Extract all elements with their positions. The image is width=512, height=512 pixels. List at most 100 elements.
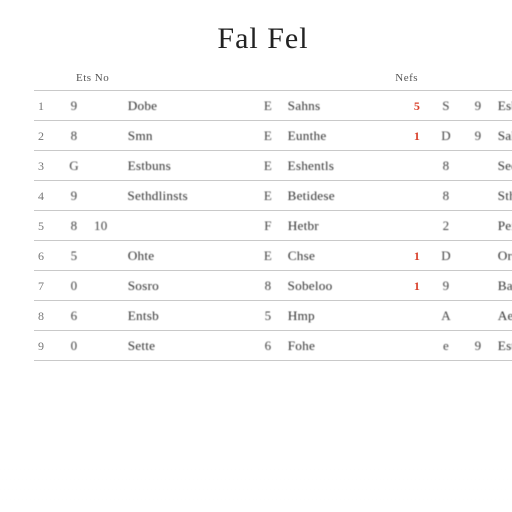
cell-c: E <box>252 151 284 181</box>
table-row: 90Sette6Fohee9Este <box>34 331 512 361</box>
cell-name-3: Sahn <box>494 121 512 151</box>
cell-flag <box>404 151 430 181</box>
cell-flag <box>404 331 430 361</box>
row-index: 8 <box>34 301 58 331</box>
table-row: 70 Sosro8Sobeloo19 Baels <box>34 271 512 301</box>
cell-name-3: Peiby <box>494 211 512 241</box>
cell-flag <box>404 301 430 331</box>
cell-c: 5 <box>252 301 284 331</box>
cell-name-3: Aerb <box>494 301 512 331</box>
cell-c: F <box>252 211 284 241</box>
cell-b <box>90 241 124 271</box>
cell-d: 2 <box>430 211 462 241</box>
cell-d: D <box>430 121 462 151</box>
cell-flag <box>404 181 430 211</box>
cell-c: E <box>252 121 284 151</box>
table-row: 49SethdlinstsEBetidese8Sthens <box>34 181 512 211</box>
cell-name-2: Betidese <box>284 181 404 211</box>
cell-name-2: Eshentls <box>284 151 404 181</box>
cell-a: 5 <box>58 241 90 271</box>
cell-name-1: Smn <box>124 121 252 151</box>
cell-name-1: Sethdlinsts <box>124 181 252 211</box>
row-index: 9 <box>34 331 58 361</box>
cell-name-2: Hmp <box>284 301 404 331</box>
cell-e <box>462 181 494 211</box>
cell-b <box>90 91 124 121</box>
cell-c: E <box>252 241 284 271</box>
cell-name-1: Sosro <box>124 271 252 301</box>
cell-name-1: Entsb <box>124 301 252 331</box>
table-row: 86 Entsb5Hmp A Aerb <box>34 301 512 331</box>
cell-a: 8 <box>58 121 90 151</box>
cell-a: 8 <box>58 211 90 241</box>
cell-c: E <box>252 91 284 121</box>
cell-name-1: Dobe <box>124 91 252 121</box>
row-index: 7 <box>34 271 58 301</box>
cell-name-2: Hetbr <box>284 211 404 241</box>
cell-d: 8 <box>430 151 462 181</box>
cell-flag <box>404 211 430 241</box>
cell-d: S <box>430 91 462 121</box>
row-index: 5 <box>34 211 58 241</box>
cell-b <box>90 271 124 301</box>
cell-name-1: Estbuns <box>124 151 252 181</box>
cell-a: G <box>58 151 90 181</box>
cell-d: D <box>430 241 462 271</box>
row-index: 1 <box>34 91 58 121</box>
row-index: 4 <box>34 181 58 211</box>
cell-e <box>462 271 494 301</box>
cell-d: 8 <box>430 181 462 211</box>
cell-e <box>462 301 494 331</box>
table-row: 65 OhteEChse1D Oree <box>34 241 512 271</box>
cell-name-2: Sobeloo <box>284 271 404 301</box>
table-row: 3GEstbunsEEshentls8Sedests <box>34 151 512 181</box>
cell-b: 10 <box>90 211 124 241</box>
cell-e <box>462 151 494 181</box>
cell-name-3: Oree <box>494 241 512 271</box>
cell-a: 0 <box>58 331 90 361</box>
cell-d: A <box>430 301 462 331</box>
cell-a: 9 <box>58 181 90 211</box>
cell-b <box>90 181 124 211</box>
cell-flag: 1 <box>404 121 430 151</box>
cell-name-2: Fohe <box>284 331 404 361</box>
row-index: 6 <box>34 241 58 271</box>
cell-e: 9 <box>462 331 494 361</box>
cell-name-1 <box>124 211 252 241</box>
cell-flag: 5 <box>404 91 430 121</box>
header-1: Ets No <box>76 72 250 84</box>
page-title: Fal Fel <box>34 22 492 56</box>
table-row: 5810 FHetbr 2 Peiby <box>34 211 512 241</box>
cell-b <box>90 151 124 181</box>
cell-b <box>90 301 124 331</box>
cell-b <box>90 331 124 361</box>
cell-e <box>462 211 494 241</box>
cell-e: 9 <box>462 91 494 121</box>
column-headers: Ets No Nefs <box>76 72 492 84</box>
cell-name-2: Chse <box>284 241 404 271</box>
cell-flag: 1 <box>404 241 430 271</box>
cell-a: 0 <box>58 271 90 301</box>
cell-name-2: Sahns <box>284 91 404 121</box>
cell-name-1: Ohte <box>124 241 252 271</box>
cell-d: e <box>430 331 462 361</box>
cell-name-3: Sedests <box>494 151 512 181</box>
cell-name-3: Baels <box>494 271 512 301</box>
data-table: 19DobeESahns5S9Esble28SmnEEunthe1D9Sahn3… <box>34 90 512 361</box>
table-row: 19DobeESahns5S9Esble <box>34 91 512 121</box>
cell-a: 6 <box>58 301 90 331</box>
cell-c: 6 <box>252 331 284 361</box>
cell-flag: 1 <box>404 271 430 301</box>
cell-name-3: Este <box>494 331 512 361</box>
cell-b <box>90 121 124 151</box>
cell-c: 8 <box>252 271 284 301</box>
cell-d: 9 <box>430 271 462 301</box>
cell-name-3: Esble <box>494 91 512 121</box>
cell-e: 9 <box>462 121 494 151</box>
cell-name-2: Eunthe <box>284 121 404 151</box>
cell-a: 9 <box>58 91 90 121</box>
document-page: Fal Fel Ets No Nefs 19DobeESahns5S9Esble… <box>0 0 512 512</box>
header-2 <box>250 72 395 84</box>
cell-name-3: Sthens <box>494 181 512 211</box>
row-index: 2 <box>34 121 58 151</box>
